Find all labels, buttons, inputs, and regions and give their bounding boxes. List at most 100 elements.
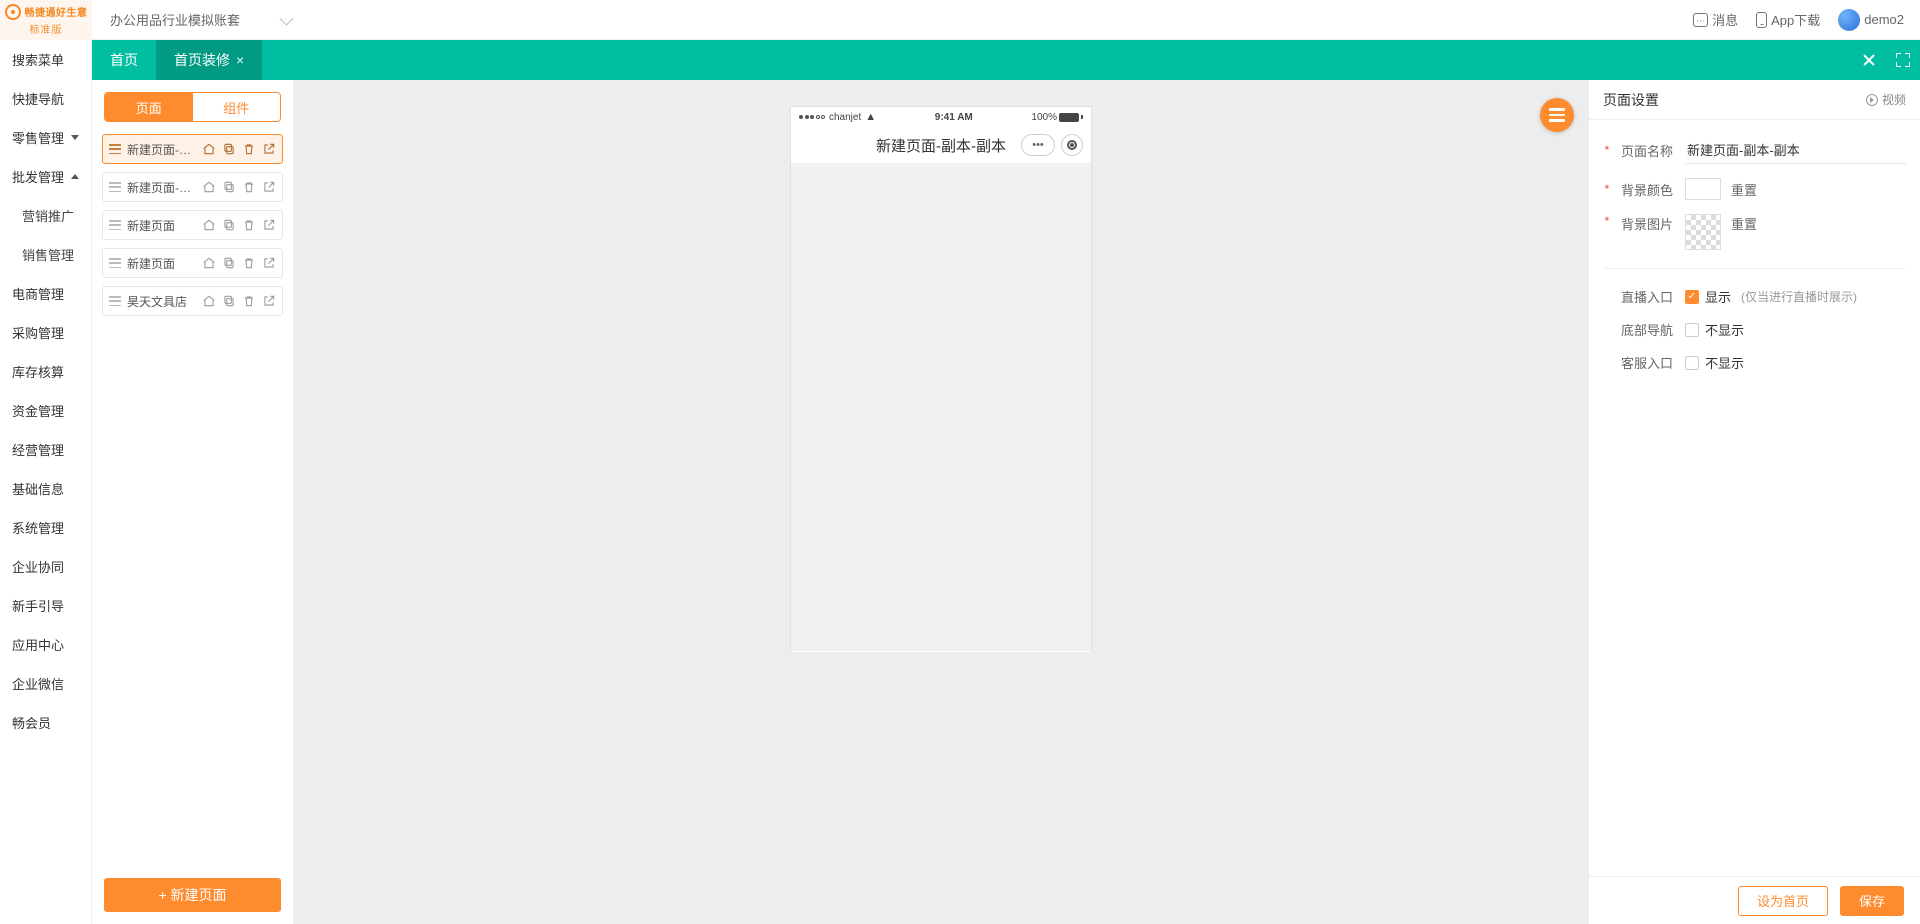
- nav-wholesale-sales[interactable]: 销售管理: [0, 235, 91, 274]
- copy-icon[interactable]: [222, 180, 236, 194]
- copy-icon[interactable]: [222, 294, 236, 308]
- home-icon[interactable]: [202, 256, 216, 270]
- nav-system[interactable]: 系统管理: [0, 508, 91, 547]
- page-item[interactable]: 昊天文具店: [102, 286, 283, 316]
- nav-onboarding[interactable]: 新手引导: [0, 586, 91, 625]
- topbar-right: 消息 App下载 demo2: [1693, 9, 1920, 31]
- field-label: 直播入口: [1621, 287, 1675, 306]
- nav-basic-info[interactable]: 基础信息: [0, 469, 91, 508]
- page-item[interactable]: 新建页面: [102, 248, 283, 278]
- service-entry-checkbox[interactable]: 不显示: [1685, 353, 1744, 372]
- field-page-name: * 页面名称: [1603, 136, 1906, 164]
- miniprog-close-icon: [1061, 134, 1083, 156]
- bottom-nav-checkbox[interactable]: 不显示: [1685, 320, 1744, 339]
- home-icon[interactable]: [202, 180, 216, 194]
- copy-icon[interactable]: [222, 256, 236, 270]
- seg-component-tab[interactable]: 组件: [193, 93, 281, 121]
- delete-icon[interactable]: [242, 256, 256, 270]
- field-label: 客服入口: [1621, 353, 1675, 372]
- seg-page-tab[interactable]: 页面: [105, 93, 193, 121]
- drag-handle-icon[interactable]: [109, 182, 121, 192]
- topbar: 畅捷通好生意 标准版 办公用品行业模拟账套 消息 App下载 demo2: [0, 0, 1920, 40]
- triangle-up-icon: [71, 174, 79, 179]
- open-icon[interactable]: [262, 294, 276, 308]
- open-icon[interactable]: [262, 180, 276, 194]
- set-home-button[interactable]: 设为首页: [1738, 886, 1828, 916]
- nav-label: 库存核算: [12, 362, 64, 381]
- home-icon[interactable]: [202, 294, 216, 308]
- page-item[interactable]: 新建页面-副本: [102, 172, 283, 202]
- nav-sub-label: 营销推广: [22, 209, 74, 224]
- nav-wechat-work[interactable]: 企业微信: [0, 664, 91, 703]
- battery-icon: [1059, 113, 1079, 122]
- messages-button[interactable]: 消息: [1693, 10, 1738, 29]
- drag-handle-icon[interactable]: [109, 296, 121, 306]
- tab-home-decor[interactable]: 首页装修 ×: [156, 40, 262, 80]
- brand-block[interactable]: 畅捷通好生意 标准版: [0, 0, 92, 40]
- bg-color-reset[interactable]: 重置: [1731, 180, 1757, 199]
- close-all-tabs[interactable]: [1852, 53, 1886, 67]
- close-icon: [1862, 53, 1876, 67]
- nav-label: 资金管理: [12, 401, 64, 420]
- nav-label: 系统管理: [12, 518, 64, 537]
- nav-purchase[interactable]: 采购管理: [0, 313, 91, 352]
- field-label: 背景颜色: [1621, 180, 1675, 199]
- nav-member[interactable]: 畅会员: [0, 703, 91, 742]
- tab-home[interactable]: 首页: [92, 40, 156, 80]
- video-help-button[interactable]: 视频: [1866, 91, 1906, 108]
- workspace: 页面 组件 新建页面-副本…: [92, 80, 1920, 924]
- user-menu[interactable]: demo2: [1838, 9, 1904, 31]
- bg-image-picker[interactable]: [1685, 214, 1721, 250]
- nav-inventory[interactable]: 库存核算: [0, 352, 91, 391]
- no-show-label: 不显示: [1705, 320, 1744, 339]
- copy-icon[interactable]: [222, 218, 236, 232]
- nav-collab[interactable]: 企业协同: [0, 547, 91, 586]
- tab-close-icon[interactable]: ×: [236, 52, 244, 68]
- org-dropdown[interactable]: 办公用品行业模拟账套: [104, 5, 296, 35]
- open-icon[interactable]: [262, 142, 276, 156]
- nav-wholesale[interactable]: 批发管理: [0, 157, 91, 196]
- home-icon[interactable]: [202, 142, 216, 156]
- nav-finance[interactable]: 资金管理: [0, 391, 91, 430]
- save-button[interactable]: 保存: [1840, 886, 1904, 916]
- open-icon[interactable]: [262, 256, 276, 270]
- page-item[interactable]: 新建页面-副本…: [102, 134, 283, 164]
- field-label: 底部导航: [1621, 320, 1675, 339]
- app-download-button[interactable]: App下载: [1756, 10, 1820, 29]
- open-icon[interactable]: [262, 218, 276, 232]
- nav-wholesale-marketing[interactable]: 营销推广: [0, 196, 91, 235]
- nav-retail[interactable]: 零售管理: [0, 118, 91, 157]
- nav-label: 经营管理: [12, 440, 64, 459]
- bg-color-swatch[interactable]: [1685, 178, 1721, 200]
- delete-icon[interactable]: [242, 142, 256, 156]
- canvas-menu-fab[interactable]: [1540, 98, 1574, 132]
- fullscreen-toggle[interactable]: [1886, 53, 1920, 67]
- drag-handle-icon[interactable]: [109, 258, 121, 268]
- new-page-button[interactable]: + 新建页面: [104, 878, 281, 912]
- triangle-down-icon: [71, 135, 79, 140]
- live-entry-hint: (仅当进行直播时展示): [1741, 288, 1857, 305]
- live-entry-checkbox[interactable]: 显示: [1685, 287, 1731, 306]
- nav-search-menu[interactable]: 搜索菜单: [0, 40, 91, 79]
- nav-label: 基础信息: [12, 479, 64, 498]
- drag-handle-icon[interactable]: [109, 144, 121, 154]
- nav-app-center[interactable]: 应用中心: [0, 625, 91, 664]
- checkbox-checked-icon: [1685, 290, 1699, 304]
- delete-icon[interactable]: [242, 218, 256, 232]
- bg-image-reset[interactable]: 重置: [1731, 214, 1757, 233]
- copy-icon[interactable]: [222, 142, 236, 156]
- nav-operations[interactable]: 经营管理: [0, 430, 91, 469]
- nav-quick-nav[interactable]: 快捷导航: [0, 79, 91, 118]
- delete-icon[interactable]: [242, 294, 256, 308]
- play-icon: [1866, 94, 1878, 106]
- home-icon[interactable]: [202, 218, 216, 232]
- page-item[interactable]: 新建页面: [102, 210, 283, 240]
- page-name-input[interactable]: [1685, 136, 1906, 164]
- delete-icon[interactable]: [242, 180, 256, 194]
- nav-label: 应用中心: [12, 635, 64, 654]
- drag-handle-icon[interactable]: [109, 220, 121, 230]
- phone-body[interactable]: [791, 163, 1091, 651]
- page-item-name: 昊天文具店: [127, 293, 196, 310]
- field-service-entry: 客服入口 不显示: [1603, 353, 1906, 372]
- nav-ecommerce[interactable]: 电商管理: [0, 274, 91, 313]
